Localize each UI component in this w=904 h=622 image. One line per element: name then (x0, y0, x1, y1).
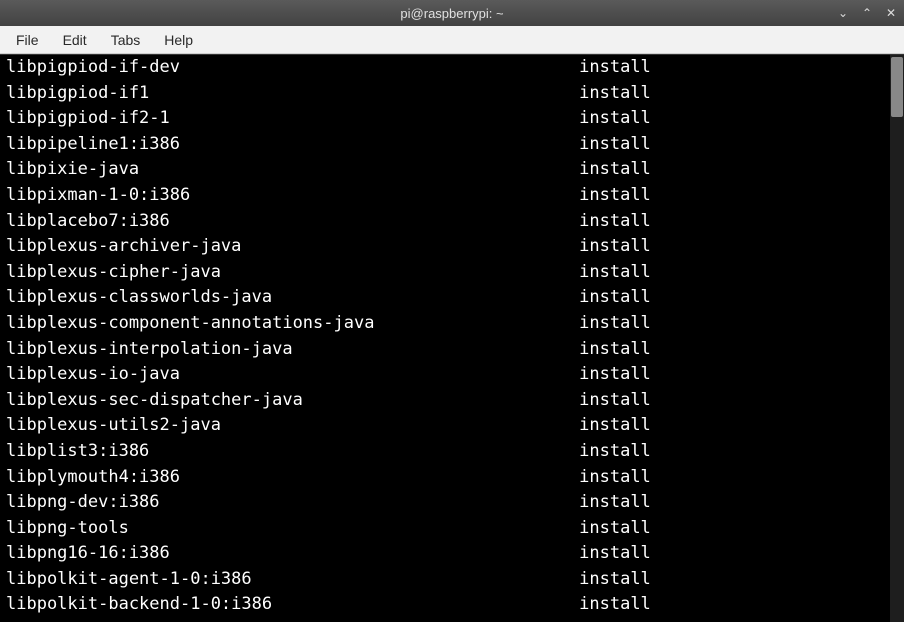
menu-file[interactable]: File (6, 29, 49, 51)
package-row: libpng-dev:i386 install (6, 490, 888, 516)
package-row: libplexus-interpolation-java install (6, 337, 888, 363)
close-icon[interactable]: ✕ (884, 6, 898, 20)
package-row: libpixman-1-0:i386 install (6, 183, 888, 209)
package-row: libpolkit-backend-1-0:i386 install (6, 592, 888, 618)
package-row: libpixie-java install (6, 157, 888, 183)
menubar: File Edit Tabs Help (0, 26, 904, 54)
menu-tabs[interactable]: Tabs (101, 29, 151, 51)
window-titlebar: pi@raspberrypi: ~ ⌄ ⌃ ✕ (0, 0, 904, 26)
package-row: libplexus-sec-dispatcher-java install (6, 388, 888, 414)
package-row: libplexus-io-java install (6, 362, 888, 388)
package-row: libplymouth4:i386 install (6, 465, 888, 491)
package-row: libpolkit-agent-1-0:i386 install (6, 567, 888, 593)
minimize-icon[interactable]: ⌄ (836, 6, 850, 20)
package-row: libplexus-component-annotations-java ins… (6, 311, 888, 337)
scrollbar-track[interactable] (890, 55, 904, 622)
package-row: libplexus-utils2-java install (6, 413, 888, 439)
package-row: libpipeline1:i386 install (6, 132, 888, 158)
window-controls: ⌄ ⌃ ✕ (836, 6, 898, 20)
package-row: libplist3:i386 install (6, 439, 888, 465)
package-row: libplacebo7:i386 install (6, 209, 888, 235)
package-row: libpigpiod-if-dev install (6, 55, 888, 81)
package-row: libplexus-classworlds-java install (6, 285, 888, 311)
package-row: libpng16-16:i386 install (6, 541, 888, 567)
terminal-output[interactable]: libpigpiod-if-dev installlibpigpiod-if1 … (0, 55, 890, 622)
package-row: libplexus-cipher-java install (6, 260, 888, 286)
package-row: libpng-tools install (6, 516, 888, 542)
package-row: libpigpiod-if2-1 install (6, 106, 888, 132)
package-row: libplexus-archiver-java install (6, 234, 888, 260)
package-row: libpigpiod-if1 install (6, 81, 888, 107)
terminal-container: libpigpiod-if-dev installlibpigpiod-if1 … (0, 54, 904, 622)
maximize-icon[interactable]: ⌃ (860, 6, 874, 20)
menu-edit[interactable]: Edit (53, 29, 97, 51)
window-title: pi@raspberrypi: ~ (400, 6, 503, 21)
menu-help[interactable]: Help (154, 29, 203, 51)
scrollbar-thumb[interactable] (891, 57, 903, 117)
